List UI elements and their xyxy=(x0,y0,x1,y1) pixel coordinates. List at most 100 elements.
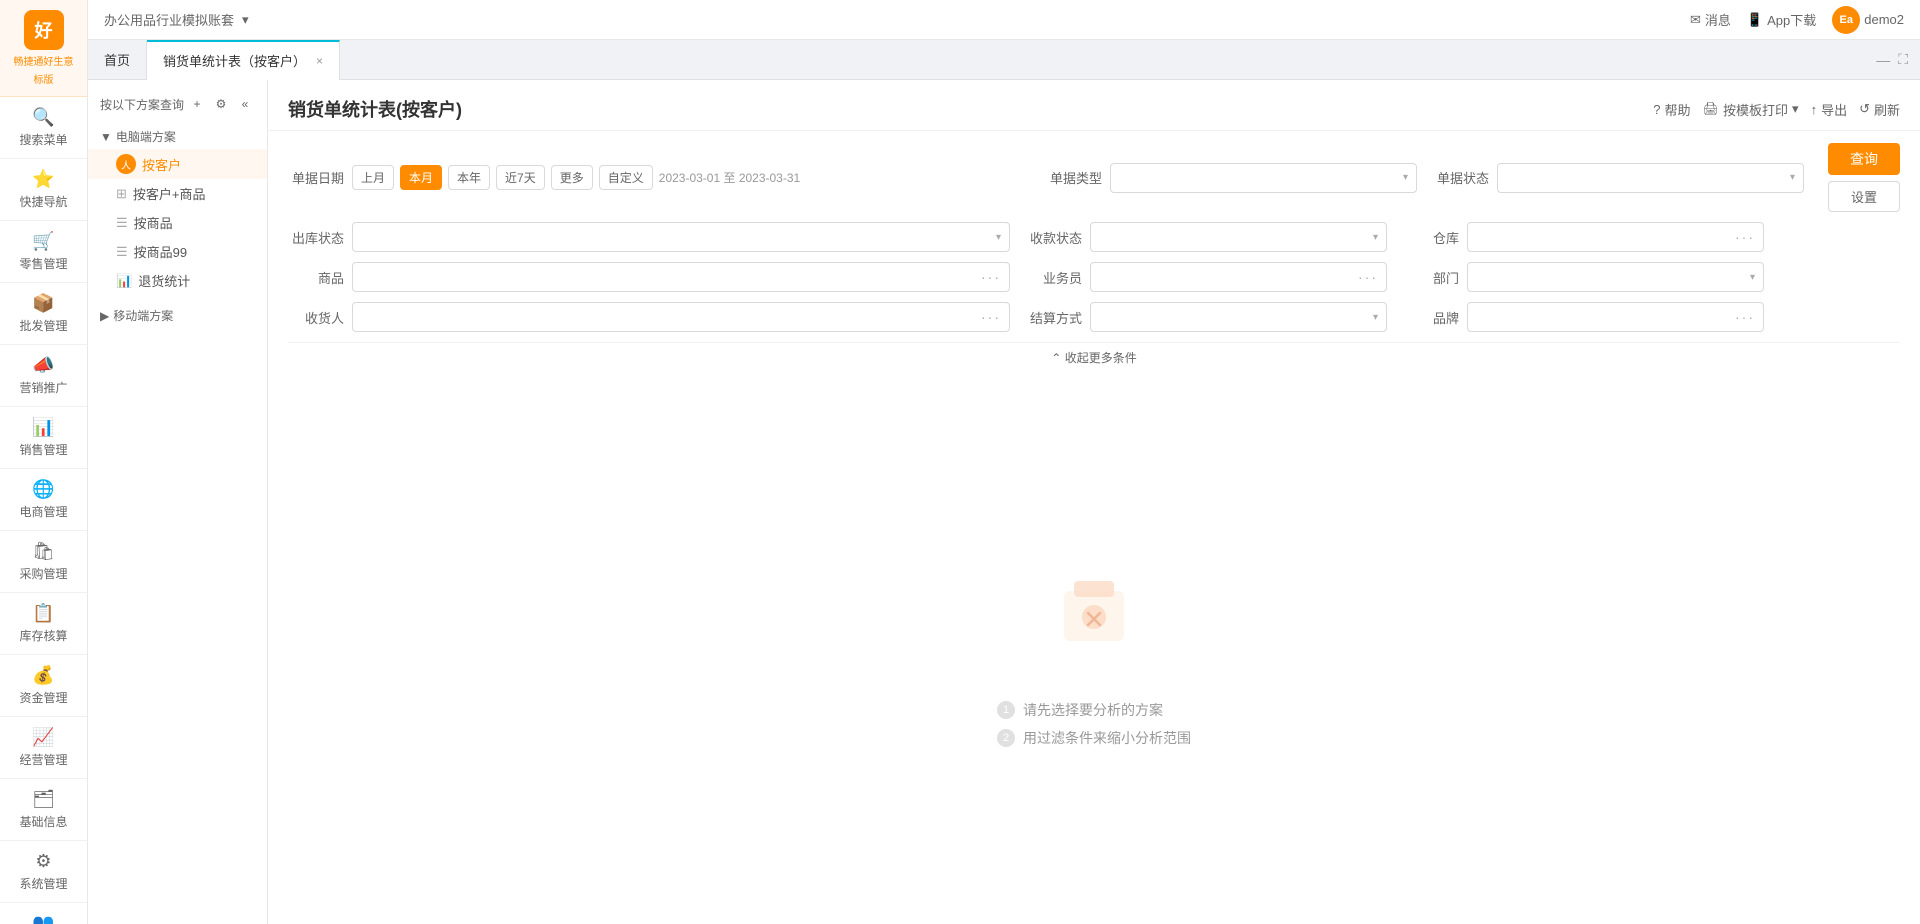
tip-text-2: 用过滤条件来缩小分析范围 xyxy=(1023,728,1191,748)
docstatus-label: 单据状态 xyxy=(1433,168,1489,187)
refresh-btn[interactable]: ↺ 刷新 xyxy=(1859,100,1900,119)
brand-select[interactable]: ··· xyxy=(1467,302,1764,332)
sidebar-item-search[interactable]: 🔍 搜索菜单 xyxy=(0,97,87,159)
settlement-select[interactable]: ▾ xyxy=(1090,302,1387,332)
sidebar-item-wholesale[interactable]: 📦 批发管理 xyxy=(0,283,87,345)
collab-icon: 👥 xyxy=(32,913,54,924)
topbar-dropdown-icon[interactable]: ▾ xyxy=(242,12,249,28)
print-label: 按模板打印 xyxy=(1723,100,1788,119)
tab-close-icon[interactable]: × xyxy=(316,54,323,68)
tab-sales-stats-label: 销货单统计表（按客户） xyxy=(163,51,306,70)
search-icon: 🔍 xyxy=(32,107,54,128)
tree-item-by-product99[interactable]: ☰ 按商品99 xyxy=(88,237,267,266)
date-btn-thisyear[interactable]: 本年 xyxy=(448,165,490,190)
tab-sales-stats[interactable]: 销货单统计表（按客户） × xyxy=(147,40,340,80)
tree-group-desktop-label[interactable]: ▼ 电脑端方案 xyxy=(88,124,267,149)
warehouse-select[interactable]: ··· xyxy=(1467,222,1764,252)
tree-item-by-product[interactable]: ☰ 按商品 xyxy=(88,208,267,237)
filter-salesperson-col: 业务员 ··· xyxy=(1026,262,1387,292)
sidebar-item-retail-label: 零售管理 xyxy=(19,255,67,272)
collapse-bar[interactable]: ⌃ 收起更多条件 xyxy=(288,342,1900,372)
sidebar-item-baseinfo[interactable]: 🗂 基础信息 xyxy=(0,779,87,841)
topbar-title-area[interactable]: 办公用品行业模拟账套 ▾ xyxy=(104,10,249,29)
collection-select[interactable]: ▾ xyxy=(1090,222,1387,252)
tab-home[interactable]: 首页 xyxy=(88,40,147,80)
sidebar-item-purchase[interactable]: 🛍 采购管理 xyxy=(0,531,87,593)
settings-scheme-btn[interactable]: ⚙ xyxy=(211,94,231,114)
tree-item-returns[interactable]: 📊 退货统计 xyxy=(88,266,267,295)
sidebar-item-quicknav-label: 快捷导航 xyxy=(19,193,67,210)
department-caret: ▾ xyxy=(1750,272,1755,283)
add-scheme-btn[interactable]: + xyxy=(187,94,207,114)
tip-text-1: 请先选择要分析的方案 xyxy=(1023,700,1163,720)
sidebar-item-inventory[interactable]: 📋 库存核算 xyxy=(0,593,87,655)
user-area[interactable]: Ea demo2 xyxy=(1832,6,1904,34)
marketing-icon: 📣 xyxy=(32,355,54,376)
tree-item-cp-icon: ⊞ xyxy=(116,186,127,202)
settings-button[interactable]: 设置 xyxy=(1828,181,1900,212)
sidebar-item-system[interactable]: ⚙ 系统管理 xyxy=(0,841,87,903)
tab-expand-area: — ⛶ xyxy=(1864,51,1920,68)
filter-row-1: 单据日期 上月 本月 本年 近7天 更多 自定义 2023-03-01 至 20… xyxy=(288,143,1900,212)
empty-tip-1: 1 请先选择要分析的方案 xyxy=(997,700,1191,720)
date-btn-thismonth[interactable]: 本月 xyxy=(400,165,442,190)
tree-item-customer-icon: 人 xyxy=(116,154,136,174)
tree-group-mobile-label[interactable]: ▶ 移动端方案 xyxy=(88,303,267,328)
message-btn[interactable]: ✉ 消息 xyxy=(1690,10,1731,29)
collapse-panel-btn[interactable]: « xyxy=(235,94,255,114)
tree-item-by-customer-product[interactable]: ⊞ 按客户+商品 xyxy=(88,179,267,208)
sidebar-item-ecommerce[interactable]: 🌐 电商管理 xyxy=(0,469,87,531)
bizmanage-icon: 📈 xyxy=(32,727,54,748)
print-btn[interactable]: 🖨 按模板打印 ▾ xyxy=(1703,100,1799,119)
salesperson-select[interactable]: ··· xyxy=(1090,262,1387,292)
refresh-label: 刷新 xyxy=(1874,100,1900,119)
outstatus-select[interactable]: ▾ xyxy=(352,222,1010,252)
date-btn-lastmonth[interactable]: 上月 xyxy=(352,165,394,190)
sidebar-item-sales[interactable]: 📊 销售管理 xyxy=(0,407,87,469)
ecommerce-icon: 🌐 xyxy=(32,479,54,500)
sidebar-logo[interactable]: 好 畅捷通好生意 标版 xyxy=(0,0,87,97)
topbar-title: 办公用品行业模拟账套 xyxy=(104,10,234,29)
product-select[interactable]: ··· xyxy=(352,262,1010,292)
left-panel-title: 按以下方案查询 xyxy=(100,96,184,113)
department-label: 部门 xyxy=(1403,268,1459,287)
date-btn-7days[interactable]: 近7天 xyxy=(496,165,545,190)
sidebar-item-quicknav[interactable]: ⭐ 快捷导航 xyxy=(0,159,87,221)
app-download-btn[interactable]: 📱 App下载 xyxy=(1747,10,1816,29)
date-range-display: 2023-03-01 至 2023-03-31 xyxy=(659,169,800,186)
docstatus-select[interactable]: ▾ xyxy=(1497,163,1804,193)
date-btn-more[interactable]: 更多 xyxy=(551,165,593,190)
help-icon: ? xyxy=(1653,102,1660,117)
filter-section: 单据日期 上月 本月 本年 近7天 更多 自定义 2023-03-01 至 20… xyxy=(268,131,1920,384)
export-btn[interactable]: ↑ 导出 xyxy=(1811,100,1848,119)
maximize-icon[interactable]: ⛶ xyxy=(1898,51,1908,68)
outstatus-label: 出库状态 xyxy=(288,228,344,247)
tree-item-by-customer[interactable]: 人 按客户 xyxy=(88,149,267,179)
date-btn-custom[interactable]: 自定义 xyxy=(599,165,653,190)
finance-icon: 💰 xyxy=(32,665,54,686)
filter-brand-col: 品牌 ··· xyxy=(1403,302,1764,332)
avatar: Ea xyxy=(1832,6,1860,34)
receiver-dots: ··· xyxy=(981,309,1001,325)
sidebar-item-baseinfo-label: 基础信息 xyxy=(19,813,67,830)
query-button[interactable]: 查询 xyxy=(1828,143,1900,175)
sidebar-item-retail[interactable]: 🛒 零售管理 xyxy=(0,221,87,283)
collapse-label: 收起更多条件 xyxy=(1065,351,1137,365)
sidebar-item-finance[interactable]: 💰 资金管理 xyxy=(0,655,87,717)
receiver-select[interactable]: ··· xyxy=(352,302,1010,332)
tree-group-mobile-text: 移动端方案 xyxy=(113,307,173,324)
doctype-select[interactable]: ▾ xyxy=(1110,163,1417,193)
sidebar-item-collab[interactable]: 👥 企业协同 xyxy=(0,903,87,924)
app-download-label: App下载 xyxy=(1767,10,1816,29)
purchase-icon: 🛍 xyxy=(32,541,55,562)
department-select[interactable]: ▾ xyxy=(1467,262,1764,292)
filter-outstatus-col: 出库状态 ▾ xyxy=(288,222,1010,252)
tree-item-product99-label: 按商品99 xyxy=(134,242,187,261)
refresh-icon: ↺ xyxy=(1859,101,1870,117)
salesperson-dots: ··· xyxy=(1358,269,1378,285)
sidebar-item-marketing[interactable]: 📣 营销推广 xyxy=(0,345,87,407)
logo-sublabel: 标版 xyxy=(34,71,54,86)
minimize-icon[interactable]: — xyxy=(1876,52,1890,68)
sidebar-item-bizmanage[interactable]: 📈 经营管理 xyxy=(0,717,87,779)
help-btn[interactable]: ? 帮助 xyxy=(1653,100,1690,119)
